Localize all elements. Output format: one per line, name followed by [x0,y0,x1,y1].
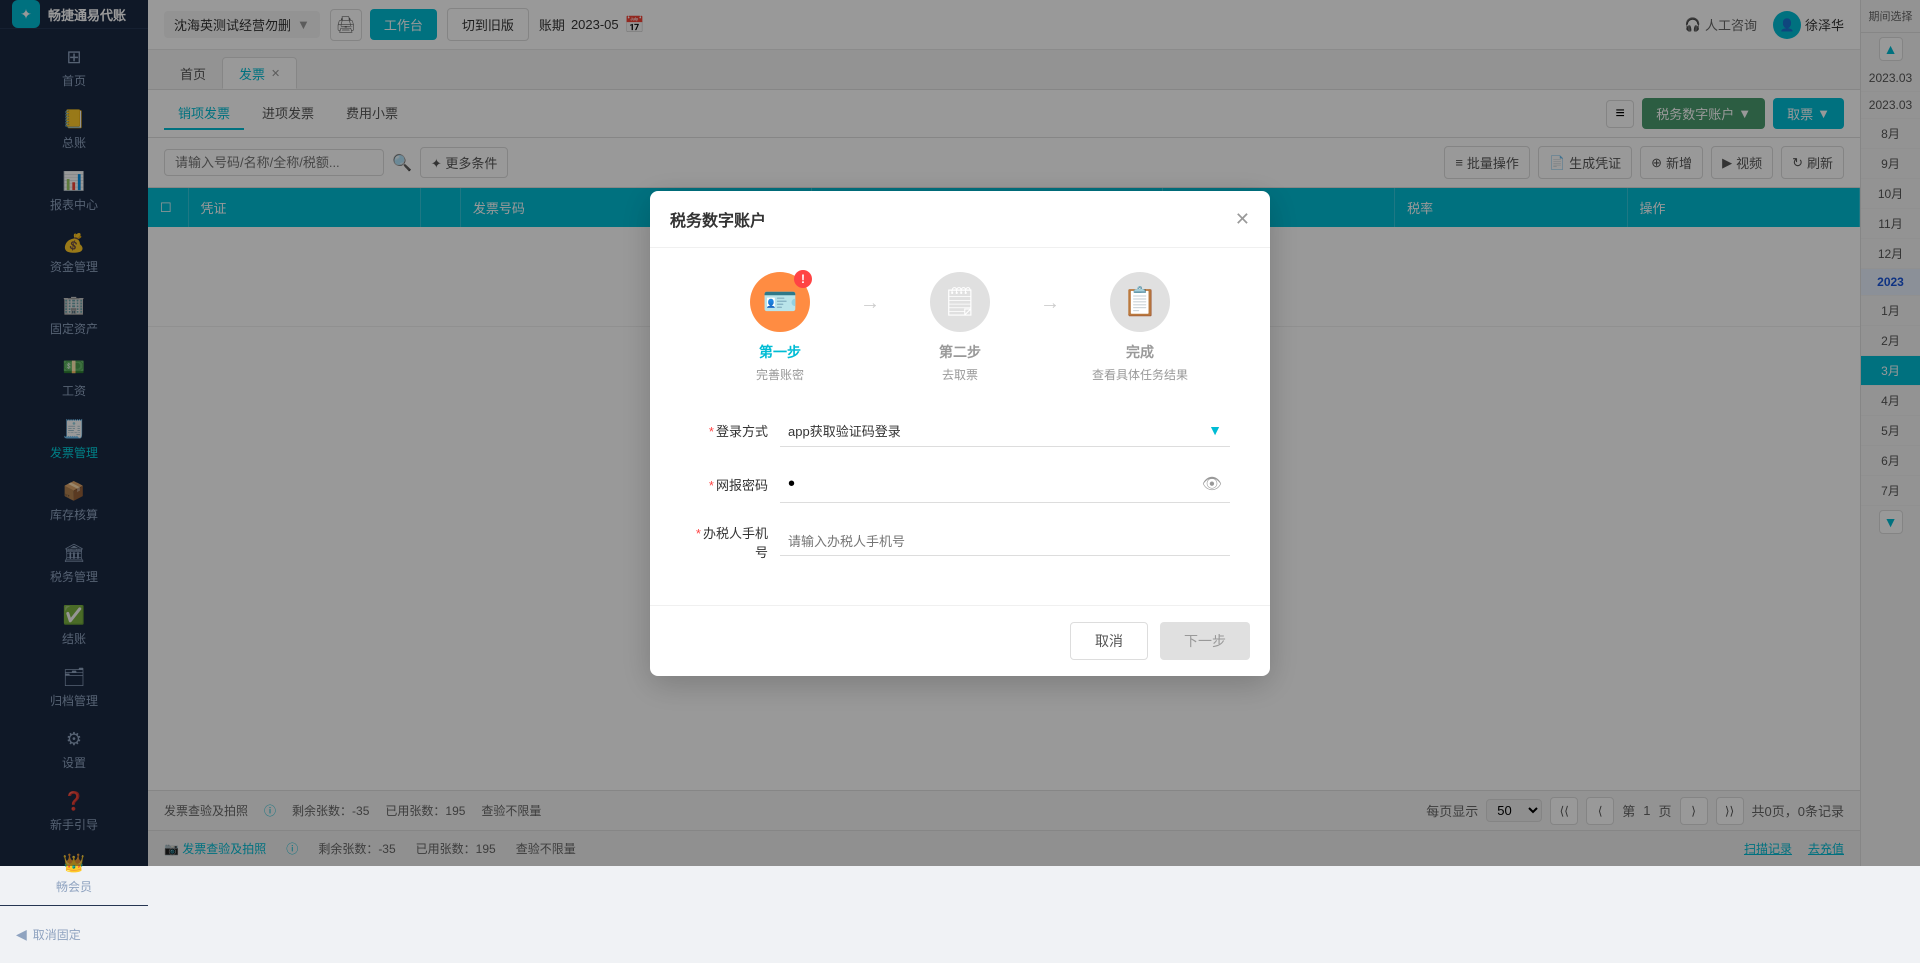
login-method-label: 登录方式 [690,421,780,440]
cancel-pin-label: 取消固定 [33,926,81,943]
sidebar-pin-btn[interactable]: ◀ 取消固定 [0,918,148,951]
login-method-row: 登录方式 app获取验证码登录 ▼ [690,415,1230,447]
eye-icon[interactable]: 👁 [1194,474,1230,494]
sidebar-bottom: ◀ 取消固定 [0,905,148,963]
modal-body: 🪪 ! 第一步 完善账密 → 🗒 第二步 去取票 → [650,248,1270,605]
next-button[interactable]: 下一步 [1160,622,1250,660]
step-2: 🗒 第二步 去取票 [880,272,1040,383]
modal-overlay: 税务数字账户 ✕ 🪪 ! 第一步 完善账密 → 🗒 [0,0,1920,866]
step1-desc: 完善账密 [756,366,804,383]
phone-label: 办税人手机号 [690,523,780,561]
step1-badge: ! [794,270,812,288]
modal-close-button[interactable]: ✕ [1235,210,1250,228]
step1-title: 第一步 [759,342,801,362]
step3-title: 完成 [1126,342,1154,362]
step2-title: 第二步 [939,342,981,362]
step-arrow-1: → [860,272,880,315]
step-3: 📋 完成 查看具体任务结果 [1060,272,1220,383]
step1-icon: 🪪 [763,285,798,318]
login-method-dropdown-icon: ▼ [1208,422,1222,438]
password-input[interactable] [780,467,1194,502]
password-wrap: 👁 [780,467,1230,503]
step3-icon: 📋 [1123,285,1158,318]
login-method-select[interactable]: app获取验证码登录 ▼ [780,415,1230,447]
phone-input[interactable] [780,528,1230,556]
step2-icon: 🗒 [942,285,978,318]
step1-icon-wrap: 🪪 ! [750,272,810,332]
step-1: 🪪 ! 第一步 完善账密 [700,272,860,383]
modal-header: 税务数字账户 ✕ [650,191,1270,248]
steps: 🪪 ! 第一步 完善账密 → 🗒 第二步 去取票 → [690,272,1230,383]
phone-row: 办税人手机号 [690,523,1230,561]
modal-footer: 取消 下一步 [650,605,1270,676]
password-row: 网报密码 👁 [690,467,1230,503]
step3-icon-wrap: 📋 [1110,272,1170,332]
password-label: 网报密码 [690,475,780,494]
step2-desc: 去取票 [942,366,978,383]
step2-icon-wrap: 🗒 [930,272,990,332]
step3-desc: 查看具体任务结果 [1092,366,1188,383]
step-arrow-2: → [1040,272,1060,315]
pin-icon: ◀ [16,926,27,943]
modal-dialog: 税务数字账户 ✕ 🪪 ! 第一步 完善账密 → 🗒 [650,191,1270,676]
modal-title: 税务数字账户 [670,207,766,231]
sidebar-item-label: 畅会员 [56,878,92,895]
login-method-value: app获取验证码登录 [788,421,901,440]
cancel-button[interactable]: 取消 [1070,622,1148,660]
